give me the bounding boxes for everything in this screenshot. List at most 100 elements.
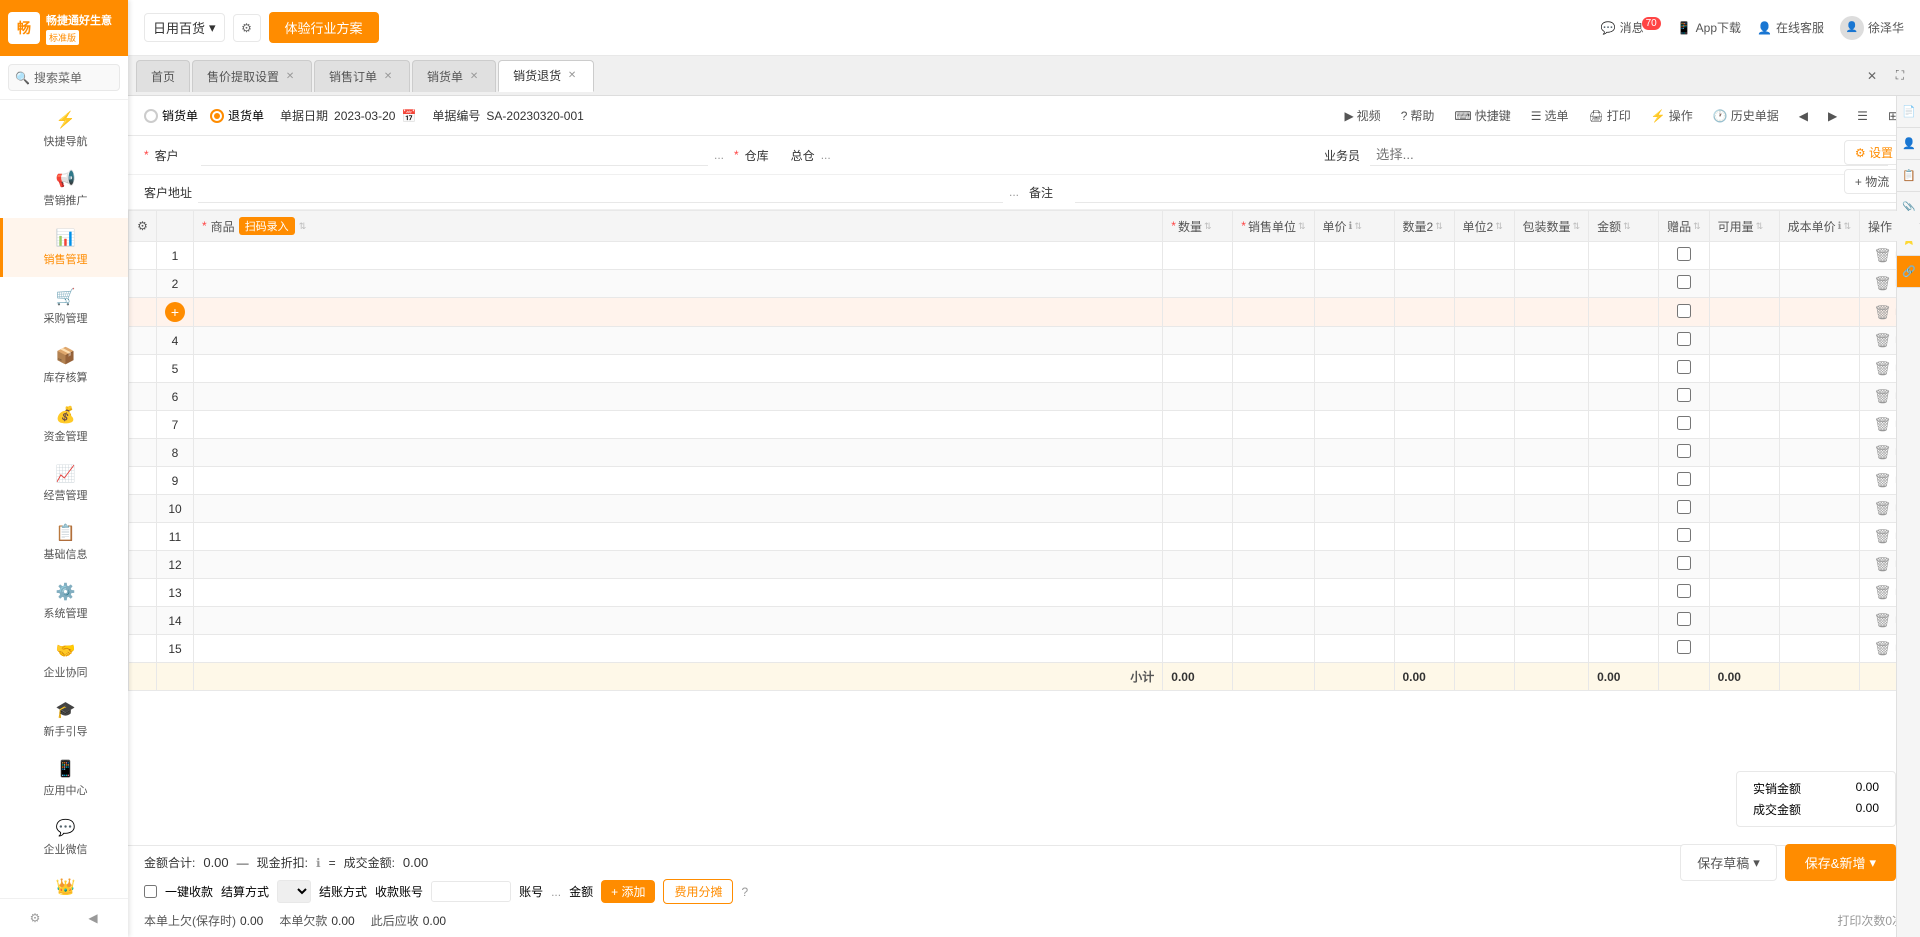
available-cell-2[interactable] [1709,270,1779,298]
gift-cell-7[interactable] [1659,411,1710,439]
amount-cell-8[interactable] [1589,439,1659,467]
tab-sale-price[interactable]: 售价提取设置 ✕ [192,60,312,92]
qty2-cell-4[interactable] [1394,327,1454,355]
sale-unit-cell-12[interactable] [1233,551,1314,579]
available-cell-5[interactable] [1709,355,1779,383]
gift-cell-9[interactable] [1659,467,1710,495]
price-info-icon[interactable]: ℹ [1349,221,1353,232]
gift-checkbox-15[interactable] [1677,640,1691,654]
cost-price-cell-5[interactable] [1779,355,1859,383]
unit2-cell-15[interactable] [1454,635,1514,663]
product-cell-13[interactable] [194,579,1163,607]
delete-row-1-icon[interactable]: 🗑 [1874,247,1892,264]
pack-qty-cell-12[interactable] [1514,551,1589,579]
gift-cell-1[interactable] [1659,242,1710,270]
amount-cell-9[interactable] [1589,467,1659,495]
search-menu-button[interactable]: 🔍 搜索菜单 [8,64,120,91]
price-cell-3[interactable] [1314,298,1394,327]
price-cell-2[interactable] [1314,270,1394,298]
delete-row-10-icon[interactable]: 🗑 [1874,500,1892,517]
sidebar-item-basic-info[interactable]: 📋 基础信息 [0,513,128,572]
qty2-cell-10[interactable] [1394,495,1454,523]
table-settings-icon[interactable]: ⚙ [137,219,148,233]
product-cell-5[interactable] [194,355,1163,383]
unit2-cell-6[interactable] [1454,383,1514,411]
amount-cell-1[interactable] [1589,242,1659,270]
amount-cell-14[interactable] [1589,607,1659,635]
delete-row-2-icon[interactable]: 🗑 [1874,275,1892,292]
cost-price-cell-4[interactable] [1779,327,1859,355]
unit-sort-icon[interactable]: ⇅ [1298,221,1306,232]
qty-cell-5[interactable] [1163,355,1233,383]
price-cell-6[interactable] [1314,383,1394,411]
gift-cell-11[interactable] [1659,523,1710,551]
cost-price-cell-10[interactable] [1779,495,1859,523]
gift-cell-3[interactable] [1659,298,1710,327]
daily-goods-selector[interactable]: 日用百货 ▾ [144,13,225,42]
sidebar-item-purchase[interactable]: 🛒 采购管理 [0,277,128,336]
sale-unit-cell-1[interactable] [1233,242,1314,270]
qty-cell-2[interactable] [1163,270,1233,298]
list-view-btn[interactable]: ☰ [1851,106,1874,126]
select-btn[interactable]: ☰ 选单 [1525,104,1575,127]
sale-unit-cell-9[interactable] [1233,467,1314,495]
pack-qty-cell-2[interactable] [1514,270,1589,298]
amount-cell-11[interactable] [1589,523,1659,551]
settings-button[interactable]: ⚙ 设置 [1844,140,1904,165]
amount-sort-icon[interactable]: ⇅ [1623,221,1631,232]
sale-unit-cell-6[interactable] [1233,383,1314,411]
gift-cell-4[interactable] [1659,327,1710,355]
qty-cell-11[interactable] [1163,523,1233,551]
app-download-item[interactable]: 📱 App下载 [1677,19,1741,36]
tab-close-sale-price[interactable]: ✕ [283,69,297,83]
gift-cell-10[interactable] [1659,495,1710,523]
customer-dots[interactable]: ... [714,148,724,162]
product-cell-11[interactable] [194,523,1163,551]
available-cell-4[interactable] [1709,327,1779,355]
sidebar-item-system[interactable]: ⚙️ 系统管理 [0,572,128,631]
pack-qty-cell-10[interactable] [1514,495,1589,523]
qty2-cell-13[interactable] [1394,579,1454,607]
product-cell-1[interactable] [194,242,1163,270]
gift-cell-6[interactable] [1659,383,1710,411]
gift-checkbox-10[interactable] [1677,500,1691,514]
qty-cell-15[interactable] [1163,635,1233,663]
available-cell-13[interactable] [1709,579,1779,607]
price-cell-1[interactable] [1314,242,1394,270]
tab-sale-shipment[interactable]: 销货单 ✕ [412,60,496,92]
salesperson-input[interactable] [1370,144,1888,166]
sidebar-settings-btn[interactable]: ⚙ [8,907,62,929]
cost-price-cell-7[interactable] [1779,411,1859,439]
price-cell-10[interactable] [1314,495,1394,523]
qty2-cell-2[interactable] [1394,270,1454,298]
delete-row-9-icon[interactable]: 🗑 [1874,472,1892,489]
unit2-cell-10[interactable] [1454,495,1514,523]
cost-price-cell-11[interactable] [1779,523,1859,551]
amount-cell-13[interactable] [1589,579,1659,607]
col-settings[interactable]: ⚙ [129,211,157,242]
qty-cell-4[interactable] [1163,327,1233,355]
gift-checkbox-12[interactable] [1677,556,1691,570]
gift-checkbox-14[interactable] [1677,612,1691,626]
product-cell-7[interactable] [194,411,1163,439]
sale-unit-cell-5[interactable] [1233,355,1314,383]
scan-input-badge[interactable]: 扫码录入 [239,217,295,235]
pack-qty-cell-1[interactable] [1514,242,1589,270]
sale-unit-cell-3[interactable] [1233,298,1314,327]
pack-qty-cell-6[interactable] [1514,383,1589,411]
calc-method-select[interactable] [277,880,311,903]
sidebar-item-guide[interactable]: 🎓 新手引导 [0,690,128,749]
right-panel-icon-1[interactable]: 📄 [1897,96,1920,128]
qty-cell-14[interactable] [1163,607,1233,635]
qty-cell-8[interactable] [1163,439,1233,467]
sale-unit-cell-11[interactable] [1233,523,1314,551]
split-help-icon[interactable]: ? [741,885,748,899]
pack-qty-cell-13[interactable] [1514,579,1589,607]
product-cell-12[interactable] [194,551,1163,579]
price-cell-14[interactable] [1314,607,1394,635]
unit2-cell-3[interactable] [1454,298,1514,327]
gift-checkbox-3[interactable] [1677,304,1691,318]
calendar-icon[interactable]: 📅 [401,109,416,123]
delete-row-15-icon[interactable]: 🗑 [1874,640,1892,657]
account-input[interactable] [431,881,511,902]
